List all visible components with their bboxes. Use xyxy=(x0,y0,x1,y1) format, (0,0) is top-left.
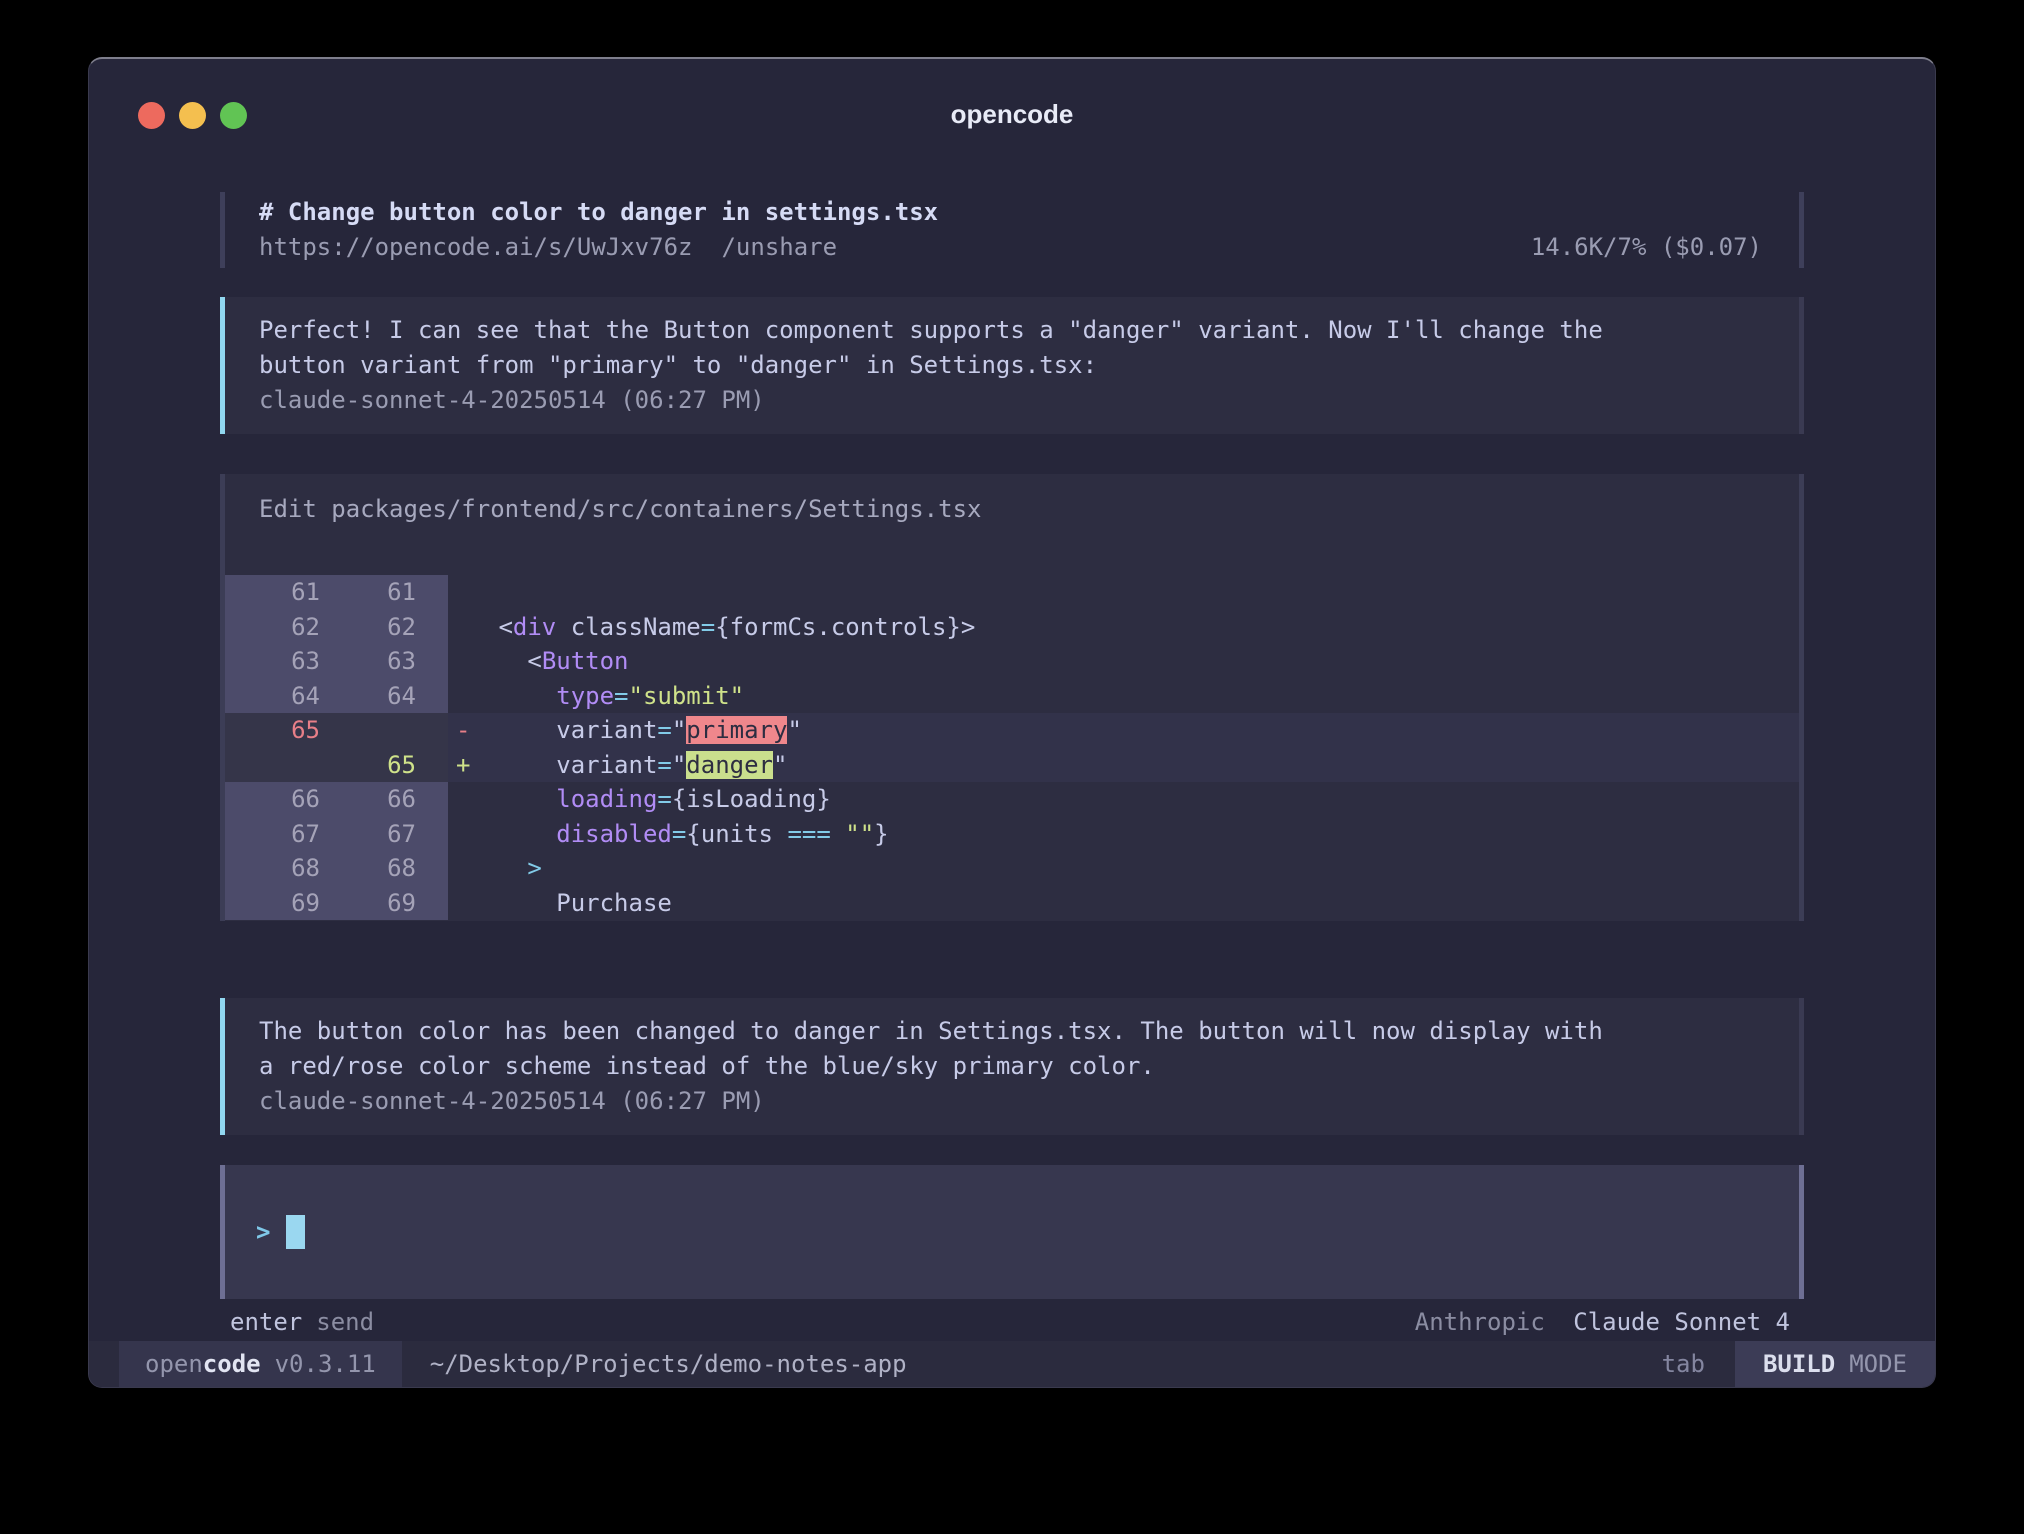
edit-right-edge xyxy=(1799,474,1804,921)
diff-row: 6262 <div className={formCs.controls}> xyxy=(220,610,1804,645)
window-title: opencode xyxy=(89,99,1935,130)
diff-row: 65- variant="primary" xyxy=(220,713,1804,748)
message-right-edge xyxy=(1799,998,1804,1135)
input-right-edge xyxy=(1799,1165,1804,1299)
mode-suffix: MODE xyxy=(1849,1350,1907,1378)
diff-row: 6464 type="submit" xyxy=(220,679,1804,714)
footer-hints: enter send Anthropic Claude Sonnet 4 xyxy=(220,1307,1804,1337)
tab-key-hint[interactable]: tab xyxy=(1662,1350,1705,1378)
mode-name: BUILD xyxy=(1763,1350,1835,1378)
message-accent-bar xyxy=(220,998,225,1135)
session-title: # Change button color to danger in setti… xyxy=(259,195,938,230)
diff-row: 65+ variant="danger" xyxy=(220,748,1804,783)
desktop: { "window": { "title": "opencode" }, "he… xyxy=(0,0,2024,1534)
app-name-bold: code xyxy=(203,1350,261,1378)
message-right-edge xyxy=(1799,297,1804,434)
model-provider: Anthropic xyxy=(1415,1308,1545,1336)
enter-key-hint: enter xyxy=(230,1307,302,1337)
send-hint-label: send xyxy=(316,1307,374,1337)
message-model-meta: claude-sonnet-4-20250514 (06:27 PM) xyxy=(259,1084,1762,1119)
text-cursor xyxy=(286,1215,305,1249)
diff-row: 6767 disabled={units === ""} xyxy=(220,817,1804,852)
assistant-message: Perfect! I can see that the Button compo… xyxy=(220,297,1804,434)
message-line: a red/rose color scheme instead of the b… xyxy=(259,1049,1762,1084)
model-name: Claude Sonnet 4 xyxy=(1573,1308,1790,1336)
status-bar: opencode v0.3.11 ~/Desktop/Projects/demo… xyxy=(89,1341,1935,1387)
message-line: Perfect! I can see that the Button compo… xyxy=(259,313,1762,348)
model-indicator: Anthropic Claude Sonnet 4 xyxy=(1415,1307,1790,1337)
assistant-message: The button color has been changed to dan… xyxy=(220,998,1804,1135)
diff-row: 6868 > xyxy=(220,851,1804,886)
opencode-window: opencode # Change button color to danger… xyxy=(88,57,1936,1388)
titlebar: opencode xyxy=(89,59,1935,159)
message-accent-bar xyxy=(220,297,225,434)
edit-tool-block: Edit packages/frontend/src/containers/Se… xyxy=(220,474,1804,921)
session-header: # Change button color to danger in setti… xyxy=(220,192,1804,268)
edit-left-edge xyxy=(220,474,225,921)
app-version: v0.3.11 xyxy=(275,1350,376,1378)
app-name-normal: open xyxy=(145,1350,203,1378)
context-stats: 14.6K/7% ($0.07) xyxy=(1531,230,1762,265)
message-line: The button color has been changed to dan… xyxy=(259,1014,1762,1049)
app-version-segment: opencode v0.3.11 xyxy=(119,1341,402,1387)
prompt-symbol: > xyxy=(256,1218,270,1246)
header-right-edge xyxy=(1799,192,1804,268)
main-content: # Change button color to danger in setti… xyxy=(220,159,1804,1341)
unshare-command[interactable]: /unshare xyxy=(721,230,837,265)
message-line: button variant from "primary" to "danger… xyxy=(259,348,1762,383)
diff-table: 61616262 <div className={formCs.controls… xyxy=(220,575,1804,921)
working-directory: ~/Desktop/Projects/demo-notes-app xyxy=(430,1350,907,1378)
prompt-input[interactable]: > xyxy=(220,1165,1804,1299)
header-left-edge xyxy=(220,192,225,268)
message-model-meta: claude-sonnet-4-20250514 (06:27 PM) xyxy=(259,383,1762,418)
diff-row: 6363 <Button xyxy=(220,644,1804,679)
diff-row: 6161 xyxy=(220,575,1804,610)
share-url[interactable]: https://opencode.ai/s/UwJxv76z xyxy=(259,230,692,265)
diff-row: 6969 Purchase xyxy=(220,886,1804,921)
input-left-edge xyxy=(220,1165,225,1299)
edit-file-path: Edit packages/frontend/src/containers/Se… xyxy=(220,492,1804,527)
diff-row: 6666 loading={isLoading} xyxy=(220,782,1804,817)
mode-segment[interactable]: BUILD MODE xyxy=(1735,1341,1935,1387)
